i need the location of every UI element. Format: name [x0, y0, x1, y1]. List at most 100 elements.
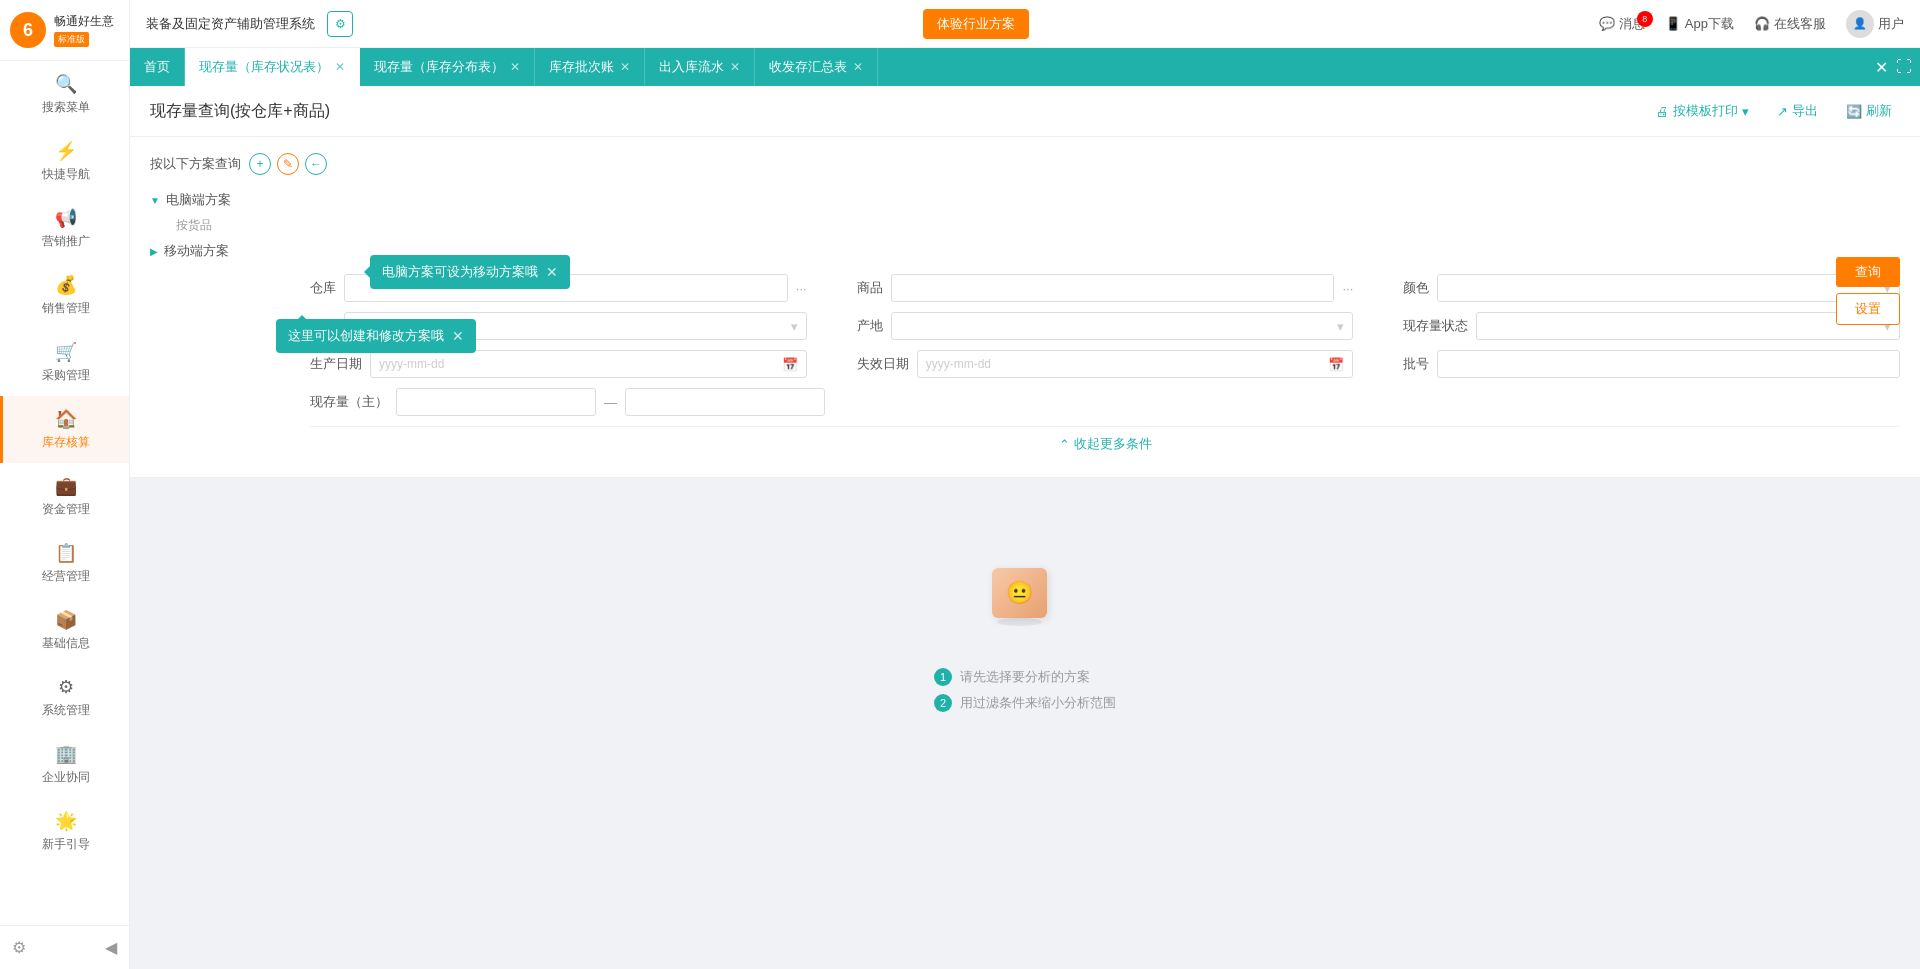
goods-label: 商品 [857, 279, 883, 297]
sidebar-label-ops: 经营管理 [42, 568, 90, 585]
color-filter: 颜色 ▾ [1403, 274, 1900, 302]
add-scheme-btn[interactable]: + [249, 153, 271, 175]
origin-select[interactable]: ▾ [891, 312, 1354, 340]
industry-plan-btn[interactable]: 体验行业方案 [923, 9, 1029, 39]
filter-row-3: 生产日期 yyyy-mm-dd 📅 失效日期 yyyy-mm-dd 📅 [310, 350, 1900, 378]
sidebar-item-inventory[interactable]: 🏠 库存核算 [0, 396, 129, 463]
color-select[interactable]: ▾ [1437, 274, 1900, 302]
step-2-num: 2 [934, 694, 952, 712]
sidebar-label-quicknav: 快捷导航 [42, 166, 90, 183]
prod-date-calendar-icon[interactable]: 📅 [782, 357, 798, 372]
tab-inout-label: 出入库流水 [659, 58, 724, 76]
gear-icon: ⚙ [58, 676, 74, 698]
export-btn[interactable]: ↗ 导出 [1769, 98, 1826, 124]
goods-select[interactable] [891, 274, 1335, 302]
sidebar-label-enterprise: 企业协同 [42, 769, 90, 786]
expire-date-placeholder: yyyy-mm-dd [926, 357, 991, 371]
app-download-item[interactable]: 📱 App下载 [1665, 15, 1734, 33]
scheme-tree: ▼ 电脑端方案 按货品 ▶ 移动端方案 [150, 187, 1900, 264]
query-btn[interactable]: 查询 [1836, 257, 1900, 287]
sidebar-item-finance[interactable]: 💼 资金管理 [0, 463, 129, 530]
bell-icon: 💬 [1599, 16, 1615, 31]
sidebar-logo: 6 畅通好生意 标准版 [0, 0, 129, 61]
online-support-item[interactable]: 🎧 在线客服 [1754, 15, 1826, 33]
tab-close-all-btn[interactable]: ✕ [1875, 58, 1888, 77]
page-actions: 🖨 按模板打印 ▾ ↗ 导出 🔄 刷新 [1648, 98, 1900, 124]
dot-indicator [377, 279, 387, 289]
sidebar-label-inventory: 库存核算 [42, 434, 90, 451]
house-icon: 🏠 [55, 408, 77, 430]
tab-batch[interactable]: 库存批次账 ✕ [535, 48, 645, 86]
stock-main-from[interactable] [396, 388, 596, 416]
sidebar: 6 畅通好生意 标准版 🔍 搜索菜单 ⚡ 快捷导航 📢 营销推广 💰 销售管理 … [0, 0, 130, 969]
prod-date-input[interactable]: yyyy-mm-dd 📅 [370, 350, 807, 378]
batch-input[interactable] [1437, 350, 1900, 378]
back-btn[interactable]: ← [305, 153, 327, 175]
refresh-btn[interactable]: 🔄 刷新 [1838, 98, 1900, 124]
scheme-arrow-pc: ▼ [150, 195, 160, 206]
empty-text: 1 请先选择要分析的方案 2 用过滤条件来缩小分析范围 [934, 664, 1116, 716]
page-header: 现存量查询(按仓库+商品) 🖨 按模板打印 ▾ ↗ 导出 🔄 刷新 [130, 86, 1920, 137]
expire-date-input[interactable]: yyyy-mm-dd 📅 [917, 350, 1354, 378]
user-item[interactable]: 👤 用户 [1846, 10, 1904, 38]
tab-close-inventory-dist[interactable]: ✕ [510, 60, 520, 74]
notification-badge: 8 [1637, 11, 1653, 27]
sidebar-item-purchase[interactable]: 🛒 采购管理 [0, 329, 129, 396]
scheme-sub-item[interactable]: 按货品 [170, 213, 1900, 238]
tab-fullscreen-btn[interactable]: ⛶ [1896, 58, 1912, 76]
logo-text: 畅通好生意 标准版 [54, 13, 114, 47]
scheme-pc-item[interactable]: ▼ 电脑端方案 [150, 187, 1900, 213]
topbar-left: 装备及固定资产辅助管理系统 ⚙ [146, 11, 353, 37]
sidebar-item-guide[interactable]: 🌟 新手引导 [0, 798, 129, 865]
filter-header: 按以下方案查询 + ✎ ← [150, 153, 1900, 175]
collapse-btn[interactable]: ⌃ 收起更多条件 [310, 426, 1900, 461]
sidebar-item-marketing[interactable]: 📢 营销推广 [0, 195, 129, 262]
collapse-sidebar-btn[interactable]: ◀ [105, 938, 117, 957]
tab-close-inout[interactable]: ✕ [730, 60, 740, 74]
topbar-right: 💬 8 消息 📱 App下载 🎧 在线客服 👤 用户 [1599, 10, 1904, 38]
goods-dots[interactable]: ··· [1342, 281, 1353, 296]
tab-inventory-dist[interactable]: 现存量（库存分布表） ✕ [360, 48, 535, 86]
sidebar-item-system[interactable]: ⚙ 系统管理 [0, 664, 129, 731]
sidebar-item-ops[interactable]: 📋 经营管理 [0, 530, 129, 597]
sidebar-item-search[interactable]: 🔍 搜索菜单 [0, 61, 129, 128]
warehouse-dots[interactable]: ··· [796, 281, 807, 296]
empty-shadow [997, 618, 1042, 626]
main-content: 现存量查询(按仓库+商品) 🖨 按模板打印 ▾ ↗ 导出 🔄 刷新 电脑方案可设… [130, 86, 1920, 969]
scheme-mobile-label: 移动端方案 [164, 242, 229, 260]
stock-dash: — [604, 395, 617, 410]
tooltip-pc-scheme: 电脑方案可设为移动方案哦 ✕ [370, 255, 570, 289]
tooltip-edit-close[interactable]: ✕ [452, 328, 464, 344]
tab-close-inventory-status[interactable]: ✕ [335, 60, 345, 74]
notification-item[interactable]: 💬 8 消息 [1599, 15, 1645, 33]
sidebar-item-sales[interactable]: 💰 销售管理 [0, 262, 129, 329]
briefcase-icon: 💼 [55, 475, 77, 497]
topbar-settings-btn[interactable]: ⚙ [327, 11, 353, 37]
sidebar-item-enterprise[interactable]: 🏢 企业协同 [0, 731, 129, 798]
prod-date-placeholder: yyyy-mm-dd [379, 357, 444, 371]
page-title: 现存量查询(按仓库+商品) [150, 101, 330, 122]
sidebar-item-base[interactable]: 📦 基础信息 [0, 597, 129, 664]
print-btn[interactable]: 🖨 按模板打印 ▾ [1648, 98, 1757, 124]
batch-label: 批号 [1403, 355, 1429, 373]
expire-date-filter: 失效日期 yyyy-mm-dd 📅 [857, 350, 1354, 378]
logo-icon: 6 [10, 12, 46, 48]
tab-home-label: 首页 [144, 58, 170, 76]
tab-close-receivable[interactable]: ✕ [853, 60, 863, 74]
reset-btn[interactable]: 设置 [1836, 293, 1900, 325]
edit-scheme-btn[interactable]: ✎ [277, 153, 299, 175]
tab-inout[interactable]: 出入库流水 ✕ [645, 48, 755, 86]
tab-inventory-status[interactable]: 现存量（库存状况表） ✕ [185, 48, 360, 86]
expire-date-calendar-icon[interactable]: 📅 [1328, 357, 1344, 372]
filter-row-2: 尺码 ▾ 产地 ▾ 现存量状态 ▾ [310, 312, 1900, 340]
tab-home[interactable]: 首页 [130, 48, 185, 86]
tab-receivable[interactable]: 收发存汇总表 ✕ [755, 48, 878, 86]
stock-main-to[interactable] [625, 388, 825, 416]
sidebar-item-quicknav[interactable]: ⚡ 快捷导航 [0, 128, 129, 195]
stock-status-filter: 现存量状态 ▾ [1403, 312, 1900, 340]
tab-close-batch[interactable]: ✕ [620, 60, 630, 74]
print-label: 按模板打印 [1673, 102, 1738, 120]
tabbar-end: ✕ ⛶ [1867, 48, 1920, 86]
tooltip-pc-close[interactable]: ✕ [546, 264, 558, 280]
settings-footer-btn[interactable]: ⚙ [12, 938, 26, 957]
